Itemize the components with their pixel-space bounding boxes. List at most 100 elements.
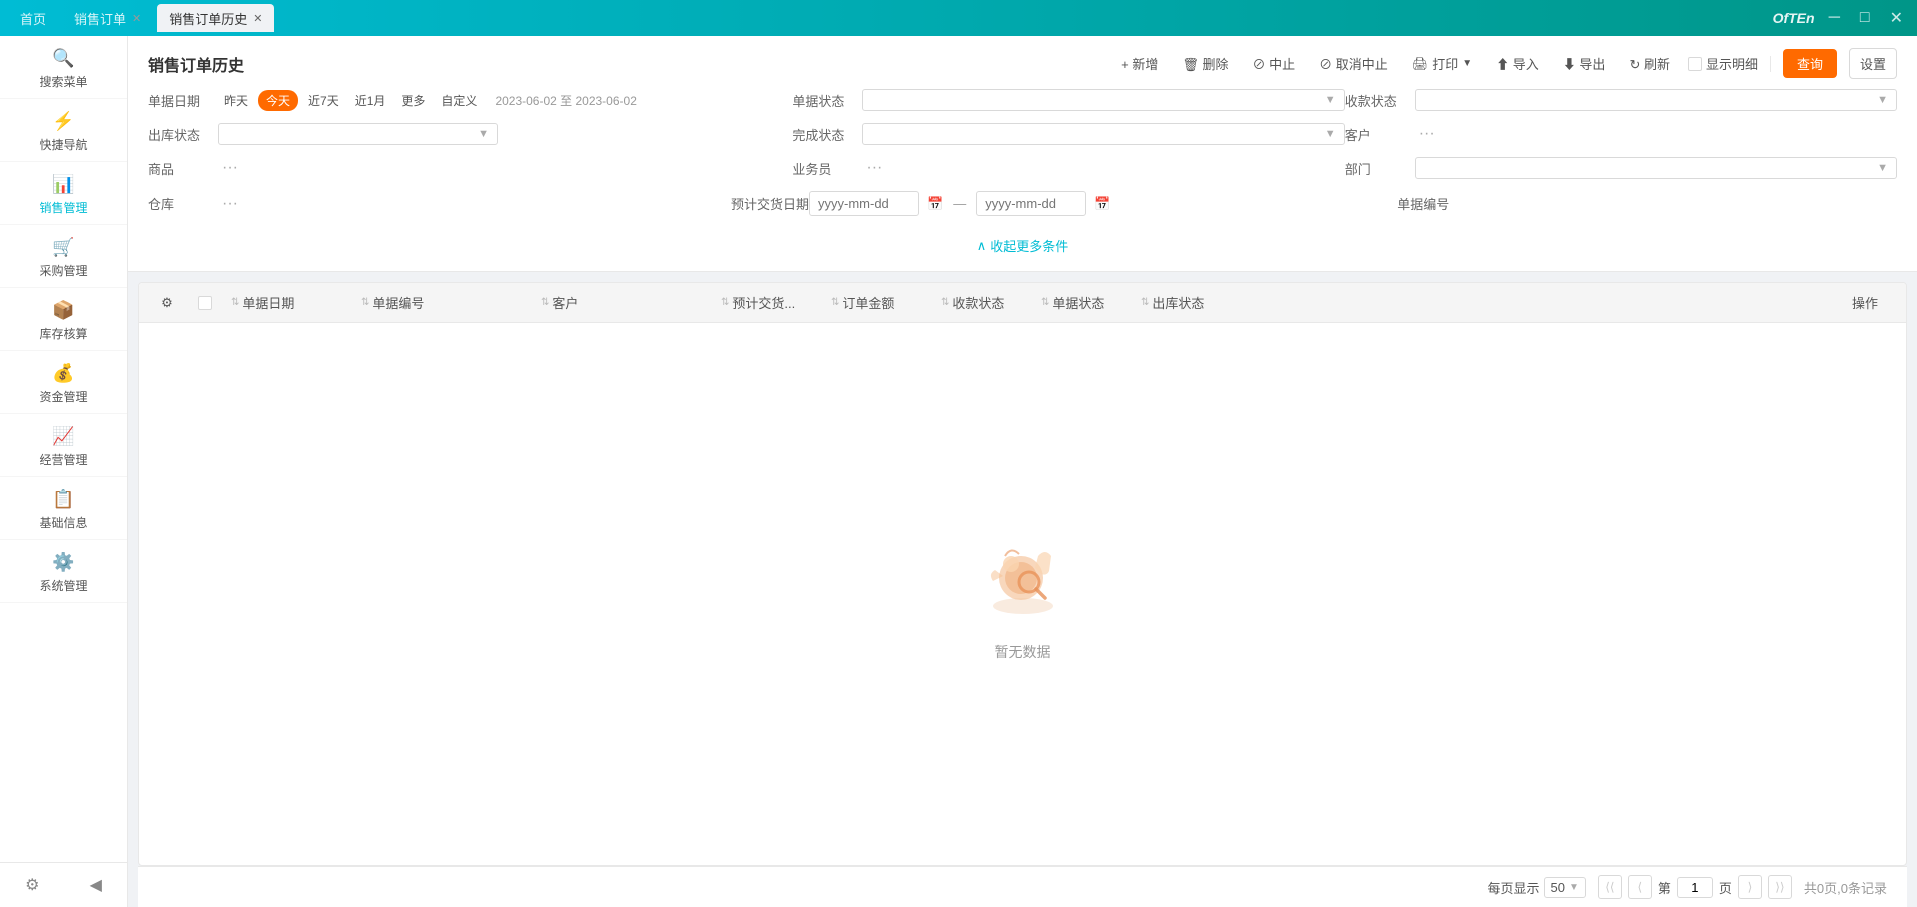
sidebar-item-basic-info[interactable]: 📋 基础信息	[0, 477, 127, 540]
completion-status-label: 完成状态	[792, 125, 862, 144]
th-payment-sort-icon[interactable]: ⇅	[941, 297, 949, 308]
date-btn-today[interactable]: 今天	[258, 90, 298, 111]
sidebar-item-sys-mgmt[interactable]: ⚙️ 系统管理	[0, 540, 127, 603]
page-input[interactable]	[1677, 877, 1713, 898]
content-area: 销售订单历史 + 新增 🗑 删除 ⊘ 中止 ⊘ 取消中止 🖨 打印 ▼ ⬆ 导入…	[128, 36, 1917, 907]
export-btn[interactable]: ⬇ 导出	[1557, 50, 1612, 77]
refresh-btn[interactable]: ↻ 刷新	[1623, 50, 1676, 77]
th-delivery-sort-icon[interactable]: ⇅	[721, 297, 729, 308]
product-ellipsis-btn[interactable]: ···	[218, 159, 242, 177]
payment-status-select[interactable]: ▼	[1415, 89, 1897, 111]
filter-control-department: ▼	[1415, 157, 1897, 179]
calendar-end-icon[interactable]: 📅	[1094, 196, 1110, 212]
filter-control-customer: ···	[1415, 125, 1897, 143]
tab-sales-order-history-close[interactable]: ✕	[253, 12, 262, 25]
print-label: 打印	[1432, 54, 1458, 73]
th-delivery: ⇅ 预计交货...	[713, 293, 823, 312]
stop-btn[interactable]: ⊘ 中止	[1247, 50, 1302, 77]
th-payment: ⇅ 收款状态	[933, 293, 1033, 312]
sidebar-item-sales-mgmt[interactable]: 📊 销售管理	[0, 162, 127, 225]
th-check[interactable]	[187, 296, 223, 310]
show-detail-checkbox[interactable]	[1688, 57, 1702, 71]
tab-home[interactable]: 首页	[8, 4, 58, 32]
per-page-label: 每页显示	[1488, 878, 1540, 897]
purchase-mgmt-icon: 🛒	[52, 237, 74, 258]
filter-row-1: 单据日期 昨天 今天 近7天 近1月 更多 自定义 2023-06-02 至 2…	[148, 89, 1897, 111]
sidebar-item-basic-info-label: 基础信息	[39, 514, 87, 531]
window-max-btn[interactable]: □	[1854, 7, 1876, 29]
th-date-sort-icon[interactable]: ⇅	[231, 297, 239, 308]
sidebar-settings-btn[interactable]: ⚙	[17, 871, 47, 899]
tab-sales-order[interactable]: 销售订单 ✕	[62, 4, 153, 32]
window-min-btn[interactable]: ─	[1823, 7, 1846, 29]
sidebar-bottom: ⚙ ◀	[0, 862, 127, 907]
show-detail-label: 显示明细	[1706, 54, 1758, 73]
filter-control-delivery-date: 📅 — 📅	[809, 191, 1397, 216]
last-page-btn[interactable]: ⟩⟩	[1768, 875, 1792, 899]
import-btn[interactable]: ⬆ 导入	[1490, 50, 1545, 77]
th-amount-sort-icon[interactable]: ⇅	[831, 297, 839, 308]
pagination: ⟨⟨ ⟨ 第 页 ⟩ ⟩⟩	[1598, 875, 1792, 899]
cancel-stop-btn[interactable]: ⊘ 取消中止	[1313, 50, 1394, 77]
inventory-icon: 📦	[52, 300, 74, 321]
completion-status-select[interactable]: ▼	[862, 123, 1344, 145]
sidebar-item-search-menu[interactable]: 🔍 搜索菜单	[0, 36, 127, 99]
warehouse-ellipsis-btn[interactable]: ···	[218, 195, 242, 213]
sidebar-collapse-btn[interactable]: ◀	[82, 871, 110, 899]
payment-status-label: 收款状态	[1345, 91, 1415, 110]
show-detail-check[interactable]: 显示明细	[1688, 54, 1758, 73]
delivery-date-end-input[interactable]	[976, 191, 1086, 216]
select-all-checkbox[interactable]	[198, 296, 212, 310]
date-btn-yesterday[interactable]: 昨天	[218, 90, 254, 111]
th-customer-label: 客户	[552, 293, 578, 312]
date-btn-custom[interactable]: 自定义	[435, 90, 483, 111]
th-settings[interactable]: ⚙	[147, 295, 187, 311]
order-status-select[interactable]: ▼	[862, 89, 1344, 111]
th-customer-sort-icon[interactable]: ⇅	[541, 297, 549, 308]
delete-btn[interactable]: 🗑 删除	[1176, 50, 1234, 77]
query-btn[interactable]: 查询	[1783, 49, 1837, 78]
sidebar-item-quick-nav[interactable]: ⚡ 快捷导航	[0, 99, 127, 162]
date-btn-1month[interactable]: 近1月	[349, 90, 392, 111]
collapse-btn[interactable]: ∧ 收起更多条件	[977, 232, 1069, 259]
th-status-sort-icon[interactable]: ⇅	[1041, 297, 1049, 308]
page-go-label: 第	[1658, 878, 1671, 897]
next-page-btn[interactable]: ⟩	[1738, 875, 1762, 899]
filter-group-outbound: 出库状态 ▼	[148, 123, 792, 145]
th-outbound-sort-icon[interactable]: ⇅	[1141, 297, 1149, 308]
page-size-arrow: ▼	[1569, 882, 1579, 893]
customer-ellipsis-btn[interactable]: ···	[1415, 125, 1439, 143]
page-size-control[interactable]: 50 ▼	[1544, 877, 1586, 898]
department-select[interactable]: ▼	[1415, 157, 1897, 179]
print-btn[interactable]: 🖨 打印 ▼	[1406, 50, 1478, 77]
salesperson-ellipsis-btn[interactable]: ···	[862, 159, 886, 177]
sys-mgmt-icon: ⚙️	[52, 552, 74, 573]
empty-text: 暂无数据	[995, 642, 1051, 662]
brand-text: OfTEn	[1773, 10, 1815, 26]
tab-sales-order-history[interactable]: 销售订单历史 ✕	[157, 4, 274, 32]
filter-row-2: 出库状态 ▼ 完成状态 ▼	[148, 123, 1897, 145]
tab-sales-order-close[interactable]: ✕	[132, 12, 141, 25]
sidebar-item-operations[interactable]: 📈 经营管理	[0, 414, 127, 477]
th-amount-label: 订单金额	[842, 293, 894, 312]
sidebar-item-purchase-mgmt[interactable]: 🛒 采购管理	[0, 225, 127, 288]
calendar-start-icon[interactable]: 📅	[927, 196, 943, 212]
department-label: 部门	[1345, 159, 1415, 178]
date-btn-7days[interactable]: 近7天	[302, 90, 345, 111]
print-dropdown-icon: ▼	[1462, 58, 1472, 69]
date-btn-more[interactable]: 更多	[395, 90, 431, 111]
filter-control-payment-status: ▼	[1415, 89, 1897, 111]
column-settings-icon[interactable]: ⚙	[161, 295, 173, 311]
sidebar-item-inventory[interactable]: 📦 库存核算	[0, 288, 127, 351]
prev-page-btn[interactable]: ⟨	[1628, 875, 1652, 899]
outbound-status-select[interactable]: ▼	[218, 123, 498, 145]
th-num-sort-icon[interactable]: ⇅	[361, 297, 369, 308]
th-num-label: 单据编号	[372, 293, 424, 312]
new-btn[interactable]: + 新增	[1115, 50, 1164, 77]
sidebar-item-finance[interactable]: 💰 资金管理	[0, 351, 127, 414]
delivery-date-start-input[interactable]	[809, 191, 919, 216]
window-close-btn[interactable]: ✕	[1884, 6, 1909, 30]
date-sep: —	[953, 196, 966, 211]
settings-btn[interactable]: 设置	[1849, 48, 1897, 79]
first-page-btn[interactable]: ⟨⟨	[1598, 875, 1622, 899]
